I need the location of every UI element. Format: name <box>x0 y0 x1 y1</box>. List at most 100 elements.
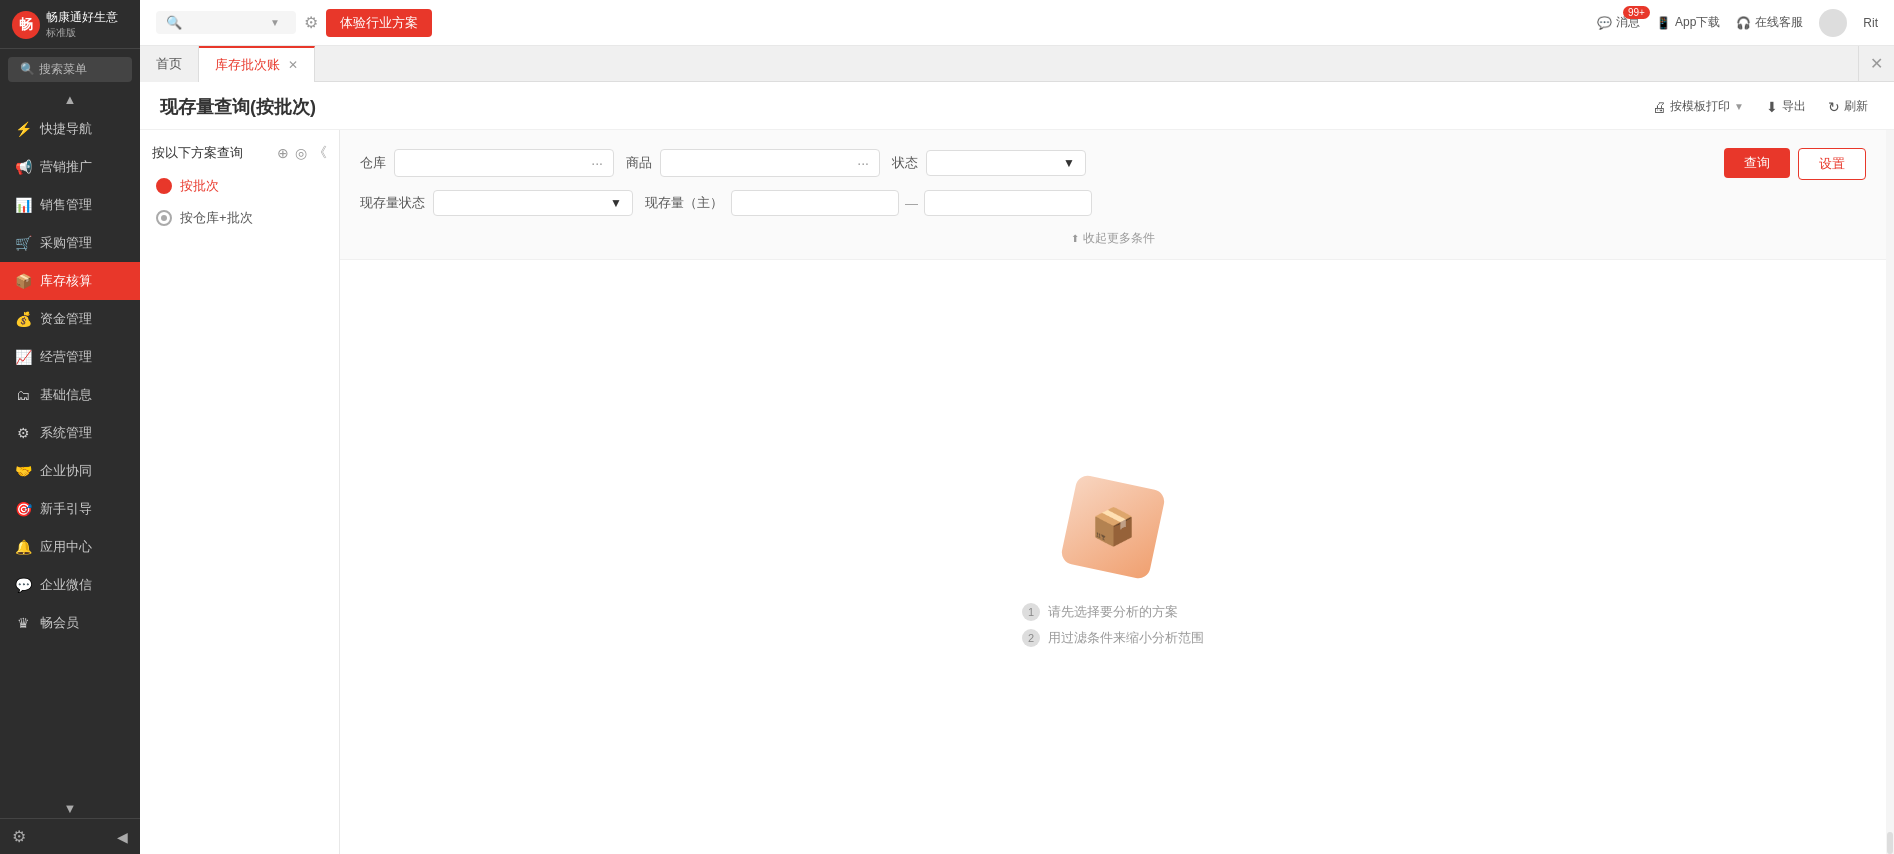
tab-bar: 首页 库存批次账 ✕ ✕ <box>140 46 1894 82</box>
app-download-button[interactable]: 📱 App下载 <box>1656 14 1720 31</box>
sales-icon: 📊 <box>14 196 32 214</box>
sidebar-gear-button[interactable]: ⚙ <box>12 827 26 846</box>
sidebar-item-appcenter[interactable]: 🔔 应用中心 <box>0 528 140 566</box>
filter-quantity-max[interactable] <box>924 190 1092 216</box>
scheme-add-icon[interactable]: ⊕ <box>277 145 289 161</box>
brand-icon: 畅 <box>12 11 40 39</box>
basic-icon: 🗂 <box>14 386 32 404</box>
user-avatar[interactable] <box>1819 9 1847 37</box>
scheme-panel: 按以下方案查询 ⊕ ◎ 《 按批次 按仓库+批次 <box>140 130 340 854</box>
quicknav-icon: ⚡ <box>14 120 32 138</box>
print-button[interactable]: 🖨 按模板打印 ▼ <box>1646 94 1750 119</box>
collapse-conditions-button[interactable]: ⬆ 收起更多条件 <box>360 226 1866 251</box>
online-service-button[interactable]: 🎧 在线客服 <box>1736 14 1803 31</box>
sidebar-collapse-button[interactable]: ◀ <box>117 829 128 845</box>
print-dropdown-arrow[interactable]: ▼ <box>1734 101 1744 112</box>
sidebar-footer: ⚙ ◀ <box>0 818 140 854</box>
topbar-search-input[interactable] <box>186 16 266 30</box>
right-panel: 仓库 ··· 商品 ··· <box>340 130 1886 854</box>
filter-warehouse-input[interactable]: ··· <box>394 149 614 177</box>
sidebar-item-label-quicknav: 快捷导航 <box>40 120 92 138</box>
filter-area: 仓库 ··· 商品 ··· <box>340 130 1886 260</box>
sidebar-item-sales[interactable]: 📊 销售管理 <box>0 186 140 224</box>
topbar-gear-icon[interactable]: ⚙ <box>304 13 318 32</box>
export-button[interactable]: ⬇ 导出 <box>1760 94 1812 119</box>
refresh-button[interactable]: ↻ 刷新 <box>1822 94 1874 119</box>
tip-1-number: 1 <box>1022 603 1040 621</box>
scheme-item-warehouse-batch[interactable]: 按仓库+批次 <box>140 202 339 234</box>
filter-status-label: 状态 <box>892 154 918 172</box>
topbar-search-box[interactable]: 🔍 ▼ <box>156 11 296 34</box>
sidebar-item-basic[interactable]: 🗂 基础信息 <box>0 376 140 414</box>
sidebar-item-finance[interactable]: 💰 资金管理 <box>0 300 140 338</box>
filter-quantity-min[interactable] <box>731 190 899 216</box>
filter-product-more[interactable]: ··· <box>857 155 869 171</box>
query-button[interactable]: 查询 <box>1724 148 1790 178</box>
scheme-item-batch[interactable]: 按批次 <box>140 170 339 202</box>
two-panel: 按以下方案查询 ⊕ ◎ 《 按批次 按仓库+批次 <box>140 130 1894 854</box>
tab-inventory-batch[interactable]: 库存批次账 ✕ <box>199 46 315 82</box>
filter-inventory-status-select[interactable]: ▼ <box>433 190 633 216</box>
sidebar-item-wechat[interactable]: 💬 企业微信 <box>0 566 140 604</box>
tab-home[interactable]: 首页 <box>140 46 199 82</box>
newuser-icon: 🎯 <box>14 500 32 518</box>
filter-status-arrow: ▼ <box>1063 156 1075 170</box>
scheme-settings-icon[interactable]: ◎ <box>295 145 307 161</box>
sidebar-item-label-wechat: 企业微信 <box>40 576 92 594</box>
refresh-icon: ↻ <box>1828 99 1840 115</box>
empty-tip-2: 2 用过滤条件来缩小分析范围 <box>1022 629 1204 647</box>
purchase-icon: 🛒 <box>14 234 32 252</box>
filter-quantity-range: — <box>731 190 1092 216</box>
scheme-dot-inactive <box>156 210 172 226</box>
sidebar-item-label-purchase: 采购管理 <box>40 234 92 252</box>
filter-group-warehouse: 仓库 ··· <box>360 149 614 177</box>
settings-button[interactable]: 设置 <box>1798 148 1866 180</box>
sidebar-item-inventory[interactable]: 📦 库存核算 <box>0 262 140 300</box>
sidebar-item-label-basic: 基础信息 <box>40 386 92 404</box>
sidebar-item-member[interactable]: ♛ 畅会员 <box>0 604 140 642</box>
search-icon: 🔍 <box>20 62 35 76</box>
scheme-collapse-icon[interactable]: 《 <box>313 144 327 162</box>
sidebar-item-label-inventory: 库存核算 <box>40 272 92 290</box>
experience-button[interactable]: 体验行业方案 <box>326 9 432 37</box>
sidebar-item-system[interactable]: ⚙ 系统管理 <box>0 414 140 452</box>
inventory-icon: 📦 <box>14 272 32 290</box>
appcenter-icon: 🔔 <box>14 538 32 556</box>
sidebar-scroll-down[interactable]: ▼ <box>0 798 140 818</box>
sidebar-item-newuser[interactable]: 🎯 新手引导 <box>0 490 140 528</box>
sidebar-item-enterprise[interactable]: 🤝 企业协同 <box>0 452 140 490</box>
content-area: 现存量查询(按批次) 🖨 按模板打印 ▼ ⬇ 导出 ↻ 刷新 <box>140 82 1894 854</box>
tip-2-text: 用过滤条件来缩小分析范围 <box>1048 629 1204 647</box>
scheme-header: 按以下方案查询 ⊕ ◎ 《 <box>140 140 339 170</box>
tip-2-number: 2 <box>1022 629 1040 647</box>
main-area: 🔍 ▼ ⚙ 体验行业方案 💬 消息 99+ 📱 App下载 🎧 <box>140 0 1894 854</box>
sidebar-item-marketing[interactable]: 📢 营销推广 <box>0 148 140 186</box>
messages-button[interactable]: 💬 消息 99+ <box>1597 14 1640 31</box>
enterprise-icon: 🤝 <box>14 462 32 480</box>
print-icon: 🖨 <box>1652 99 1666 115</box>
tab-close-button[interactable]: ✕ <box>288 58 298 72</box>
sidebar-item-quicknav[interactable]: ⚡ 快捷导航 <box>0 110 140 148</box>
sidebar-item-purchase[interactable]: 🛒 采购管理 <box>0 224 140 262</box>
filter-status-select[interactable]: ▼ <box>926 150 1086 176</box>
scheme-actions: ⊕ ◎ 《 <box>277 144 327 162</box>
sidebar-scroll-up[interactable]: ▲ <box>0 90 140 110</box>
filter-product-label: 商品 <box>626 154 652 172</box>
empty-tip-1: 1 请先选择要分析的方案 <box>1022 603 1204 621</box>
sidebar-item-label-marketing: 营销推广 <box>40 158 92 176</box>
app-download-label: App下载 <box>1675 14 1720 31</box>
sidebar-search[interactable]: 🔍 搜索菜单 <box>8 57 132 82</box>
tab-home-label: 首页 <box>156 55 182 73</box>
topbar-search-dropdown[interactable]: ▼ <box>270 17 280 28</box>
tab-right-close-button[interactable]: ✕ <box>1858 46 1894 82</box>
sidebar-item-operations[interactable]: 📈 经营管理 <box>0 338 140 376</box>
right-scrollbar[interactable] <box>1886 130 1894 854</box>
topbar-right: 💬 消息 99+ 📱 App下载 🎧 在线客服 Rit <box>1597 9 1878 37</box>
filter-product-input[interactable]: ··· <box>660 149 880 177</box>
sidebar-item-label-member: 畅会员 <box>40 614 79 632</box>
filter-warehouse-more[interactable]: ··· <box>591 155 603 171</box>
user-name[interactable]: Rit <box>1863 16 1878 30</box>
brand-info: 畅康通好生意 标准版 <box>46 10 118 40</box>
sidebar-header: 畅 畅康通好生意 标准版 <box>0 0 140 49</box>
sidebar-item-label-sales: 销售管理 <box>40 196 92 214</box>
